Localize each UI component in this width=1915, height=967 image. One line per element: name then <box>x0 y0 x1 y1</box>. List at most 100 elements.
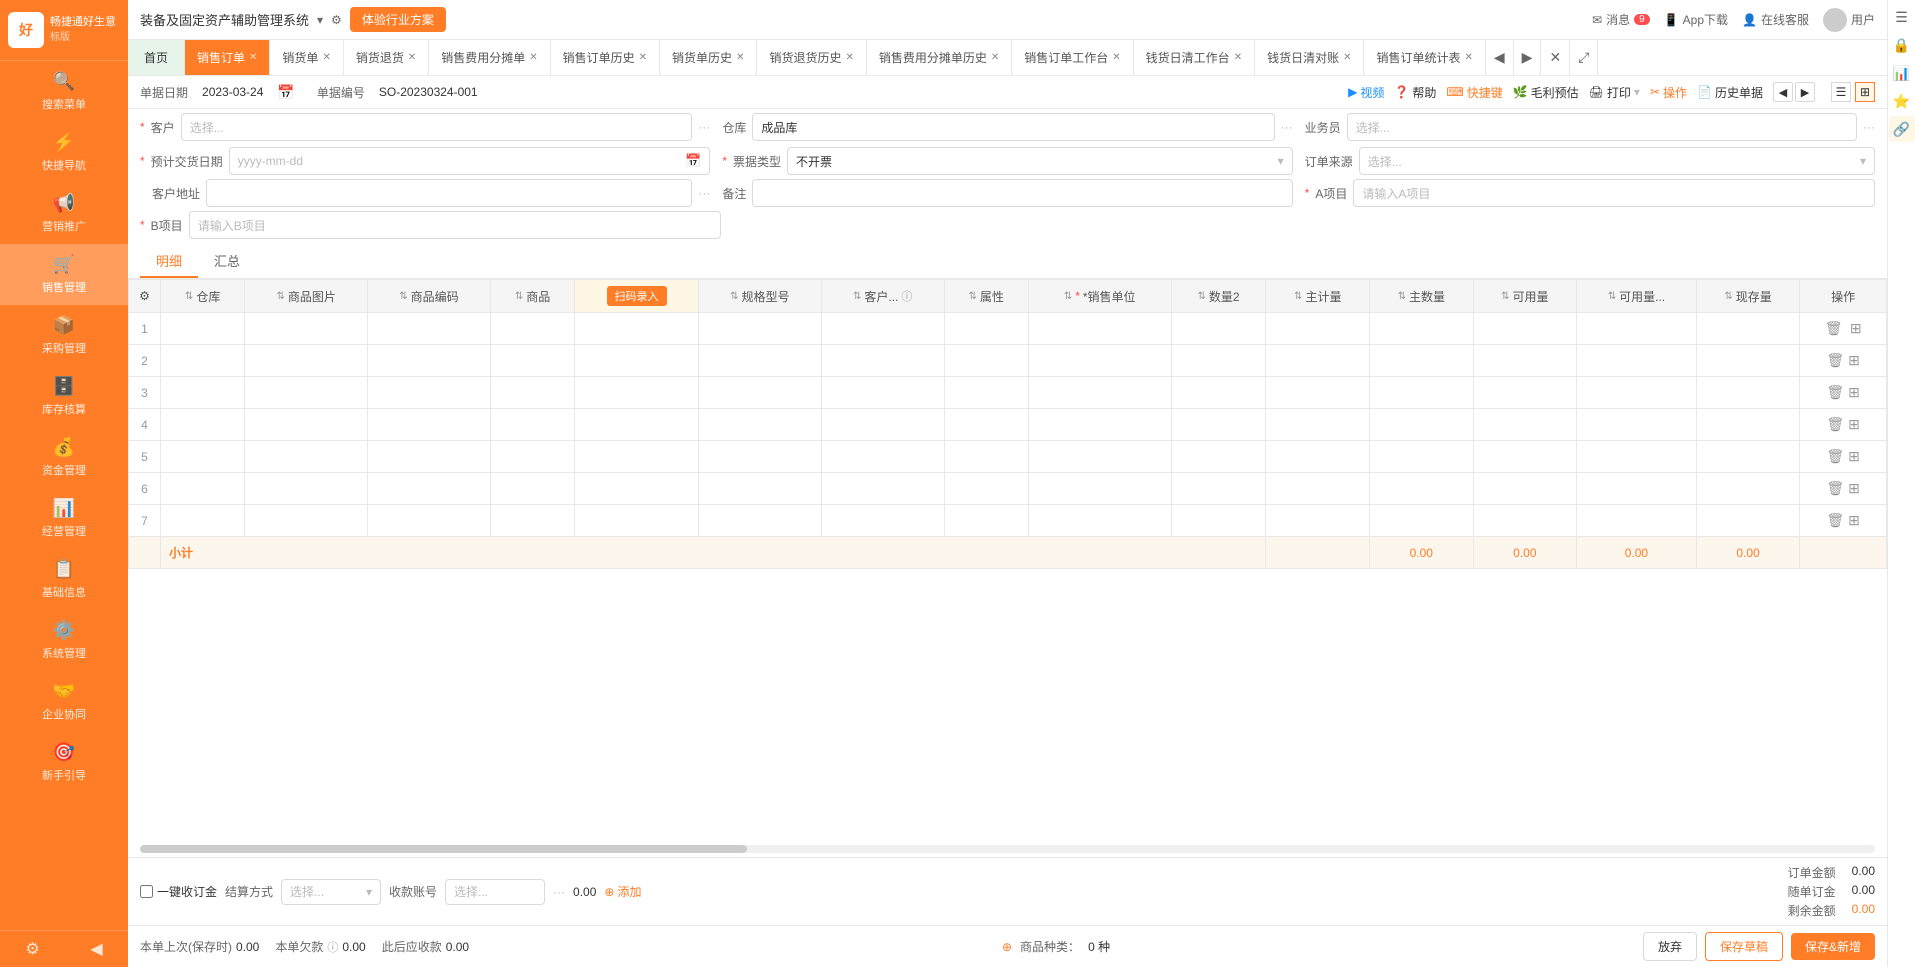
horizontal-scrollbar[interactable] <box>128 841 1887 857</box>
save-draft-button[interactable]: 保存草稿 <box>1705 932 1783 961</box>
print-button[interactable]: 🖨 打印 ▾ <box>1589 84 1640 101</box>
cell-spec[interactable] <box>698 313 821 345</box>
warehouse-more-icon[interactable]: ··· <box>1281 120 1293 134</box>
sidebar-item-inventory[interactable]: 🗄️ 库存核算 <box>0 366 128 427</box>
th-code[interactable]: ⇅商品编码 <box>368 280 491 313</box>
th-attribute[interactable]: ⇅属性 <box>944 280 1028 313</box>
tab-close-icon[interactable]: ✕ <box>322 52 330 63</box>
tab-sales-slip[interactable]: 销货单 ✕ <box>270 40 343 75</box>
delete-row-button[interactable]: 🗑 <box>1824 446 1846 467</box>
customer-more-icon[interactable]: ··· <box>698 120 710 134</box>
right-icon-2[interactable]: 🔒 <box>1889 32 1915 58</box>
sidebar-item-sales[interactable]: 🛒 销售管理 <box>0 244 128 305</box>
copy-row-button[interactable]: ⊞ <box>1848 318 1864 339</box>
tab-sales-return[interactable]: 销货退货 ✕ <box>344 40 429 75</box>
tab-summary[interactable]: 汇总 <box>198 245 256 278</box>
address-more-icon[interactable]: ··· <box>698 186 710 200</box>
copy-row-button[interactable]: ⊞ <box>1846 350 1862 371</box>
cell-available[interactable] <box>1473 313 1577 345</box>
tab-order-workbench[interactable]: 销售订单工作台 ✕ <box>1012 40 1133 75</box>
tab-daily-account[interactable]: 钱货日清对账 ✕ <box>1255 40 1364 75</box>
industry-solution-button[interactable]: 体验行业方案 <box>350 7 446 32</box>
th-settings[interactable]: ⚙ <box>129 280 161 313</box>
system-dropdown-icon[interactable]: ▾ <box>317 13 323 27</box>
calendar-icon[interactable]: 📅 <box>277 84 294 101</box>
one-click-checkbox[interactable]: 一键收订金 <box>140 883 217 900</box>
th-available[interactable]: ⇅可用量 <box>1473 280 1577 313</box>
tab-return-history[interactable]: 销货退货历史 ✕ <box>757 40 866 75</box>
collapse-icon[interactable]: ◀ <box>90 939 102 959</box>
next-record-button[interactable]: ▶ <box>1795 82 1815 102</box>
customer-input[interactable]: 选择... <box>181 113 693 141</box>
sidebar-item-guide[interactable]: 🎯 新手引导 <box>0 732 128 793</box>
cell-main-qty[interactable] <box>1370 313 1474 345</box>
a-project-input[interactable]: 请输入A项目 <box>1353 179 1875 207</box>
copy-row-button[interactable]: ⊞ <box>1846 382 1862 403</box>
cell-main-unit[interactable] <box>1266 313 1370 345</box>
tab-close-icon[interactable]: ✕ <box>1112 52 1120 63</box>
th-scan[interactable]: 扫码录入 <box>575 280 699 313</box>
tab-sales-order[interactable]: 销售订单 ✕ <box>185 40 270 75</box>
th-main-unit[interactable]: ⇅主计量 <box>1266 280 1370 313</box>
tab-close-icon[interactable]: ✕ <box>1465 52 1473 63</box>
delete-row-button[interactable]: 🗑 <box>1823 318 1845 339</box>
view-button[interactable]: ▶ 视频 <box>1348 84 1384 101</box>
message-button[interactable]: ✉ 消息 9 <box>1592 11 1650 28</box>
sidebar-item-system[interactable]: ⚙️ 系统管理 <box>0 610 128 671</box>
scan-button[interactable]: 扫码录入 <box>607 286 667 306</box>
staff-more-icon[interactable]: ··· <box>1863 120 1875 134</box>
cell-qty2[interactable] <box>1171 313 1266 345</box>
th-goods[interactable]: ⇅商品 <box>490 280 574 313</box>
delete-row-button[interactable]: 🗑 <box>1824 414 1846 435</box>
sidebar-item-search[interactable]: 🔍 搜索菜单 <box>0 61 128 122</box>
account-more-icon[interactable]: ··· <box>553 885 565 899</box>
th-unit[interactable]: ⇅**销售单位 <box>1028 280 1171 313</box>
settings-gear-icon[interactable]: ⚙ <box>331 13 342 27</box>
address-input[interactable] <box>206 179 692 207</box>
tab-close-icon[interactable]: ✕ <box>845 52 853 63</box>
cell-customer-code[interactable] <box>821 313 944 345</box>
tab-cost-history[interactable]: 销售费用分摊单历史 ✕ <box>867 40 1012 75</box>
save-new-button[interactable]: 保存&新增 <box>1791 933 1875 960</box>
tab-daily-workbench[interactable]: 钱货日清工作台 ✕ <box>1134 40 1255 75</box>
abandon-button[interactable]: 放弃 <box>1643 932 1697 961</box>
user-avatar[interactable]: 用户 <box>1823 8 1875 32</box>
one-click-check[interactable] <box>140 885 153 898</box>
payment-method-select[interactable]: 选择... ▾ <box>281 879 381 905</box>
cell-unit[interactable] <box>1028 313 1171 345</box>
b-project-input[interactable]: 请输入B项目 <box>189 211 722 239</box>
right-icon-5[interactable]: 🔗 <box>1889 116 1915 142</box>
tab-close-icon[interactable]: ✕ <box>1234 52 1242 63</box>
grid-view-button[interactable]: ⊞ <box>1855 82 1875 102</box>
sidebar-item-base[interactable]: 📋 基础信息 <box>0 549 128 610</box>
cell-scan[interactable] <box>575 313 699 345</box>
add-payment-button[interactable]: ⊕ 添加 <box>604 883 641 900</box>
shortcut-button[interactable]: ⌨ 快捷键 <box>1446 84 1502 101</box>
list-view-button[interactable]: ☰ <box>1831 82 1851 102</box>
cell-available2[interactable] <box>1577 313 1697 345</box>
profit-button[interactable]: 🌿 毛利预估 <box>1513 84 1579 101</box>
right-icon-3[interactable]: 📊 <box>1889 60 1915 86</box>
th-customer-code[interactable]: ⇅客户...ⓘ <box>821 280 944 313</box>
tab-stats[interactable]: 销售订单统计表 ✕ <box>1364 40 1485 75</box>
copy-row-button[interactable]: ⊞ <box>1846 510 1862 531</box>
tab-close-icon[interactable]: ✕ <box>408 52 416 63</box>
sidebar-item-quick-nav[interactable]: ⚡ 快捷导航 <box>0 122 128 183</box>
delete-row-button[interactable]: 🗑 <box>1824 510 1846 531</box>
th-main-qty[interactable]: ⇅主数量 <box>1370 280 1474 313</box>
tab-prev-button[interactable]: ◀ <box>1486 40 1514 75</box>
sidebar-item-marketing[interactable]: 📢 营销推广 <box>0 183 128 244</box>
tab-order-history[interactable]: 销售订单历史 ✕ <box>551 40 660 75</box>
app-download-button[interactable]: 📱 App下载 <box>1664 11 1728 28</box>
th-spec[interactable]: ⇅规格型号 <box>698 280 821 313</box>
cell-goods[interactable] <box>490 313 574 345</box>
cell-warehouse[interactable] <box>161 313 245 345</box>
invoice-select[interactable]: 不开票 ▾ <box>787 147 1293 175</box>
th-available2[interactable]: ⇅可用量... <box>1577 280 1697 313</box>
tab-more-button[interactable]: ✕ <box>1541 40 1570 75</box>
warehouse-input[interactable]: 成品库 <box>752 113 1274 141</box>
tab-close-icon[interactable]: ✕ <box>736 52 744 63</box>
cell-current[interactable] <box>1696 313 1800 345</box>
tab-cost-split[interactable]: 销售费用分摊单 ✕ <box>429 40 550 75</box>
order-source-input[interactable]: 选择... ▾ <box>1359 147 1875 175</box>
